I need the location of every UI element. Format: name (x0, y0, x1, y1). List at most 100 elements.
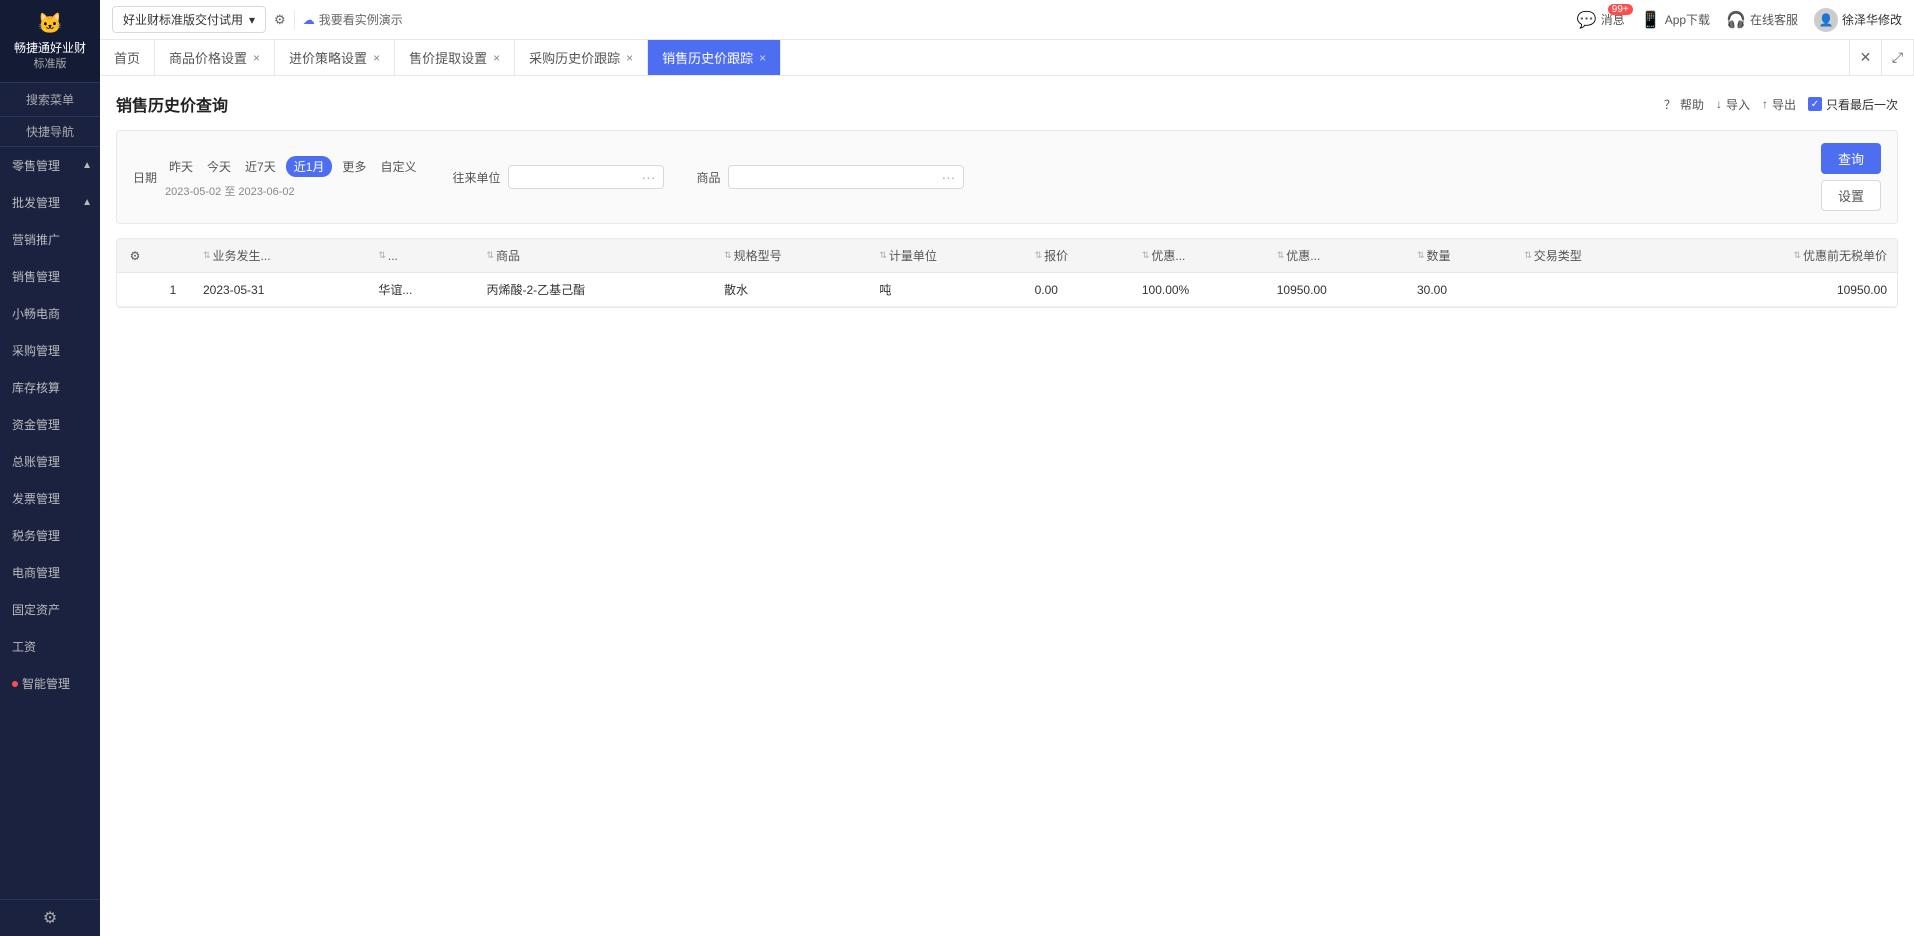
sidebar-item-invoice[interactable]: 发票管理 (0, 480, 100, 517)
sidebar-item-assets[interactable]: 固定资产 (0, 591, 100, 628)
user-info[interactable]: 👤 徐泽华修改 (1814, 8, 1902, 32)
th-discount1[interactable]: ⇅ 优惠... (1132, 239, 1267, 273)
product-dots-btn[interactable]: ··· (941, 169, 955, 185)
settings-button[interactable]: 设置 (1821, 180, 1881, 211)
sidebar-item-ledger[interactable]: 总账管理 (0, 443, 100, 480)
sort-icon-5: ⇅ (1035, 250, 1043, 261)
tab-price-close[interactable]: × (253, 51, 260, 65)
sidebar-item-purchase[interactable]: 采购管理 (0, 332, 100, 369)
th-extra[interactable]: ⇅ ... (368, 239, 476, 273)
date-opt-1month[interactable]: 近1月 (286, 156, 333, 177)
date-opt-yesterday[interactable]: 昨天 (165, 156, 197, 177)
query-button[interactable]: 查询 (1821, 143, 1881, 174)
sidebar-item-smart[interactable]: 智能管理 (0, 665, 100, 702)
app-download-item[interactable]: 📱 App下载 (1641, 10, 1710, 30)
tab-price-extract-close[interactable]: × (493, 51, 500, 65)
sidebar-item-arrow: ▲ (82, 197, 92, 208)
tab-price-strategy-close[interactable]: × (373, 51, 380, 65)
sidebar-item-payroll[interactable]: 工资 (0, 628, 100, 665)
sidebar-item-retail[interactable]: 零售管理 ▲ (0, 147, 100, 184)
row-product: 丙烯酸-2-乙基己酯 (476, 273, 714, 307)
th-pretax-price-label: 优惠前无税单价 (1803, 247, 1887, 264)
th-pretax-price[interactable]: ⇅ 优惠前无税单价 (1670, 239, 1897, 273)
username-label: 徐泽华修改 (1842, 11, 1902, 28)
source-input-group[interactable]: ··· (508, 165, 664, 189)
headset-icon: 🎧 (1726, 10, 1746, 30)
th-date[interactable]: ⇅ 业务发生... (193, 239, 368, 273)
message-icon-item[interactable]: 💬 消息 99+ (1577, 10, 1625, 30)
sidebar-item-ecommerce[interactable]: 电商管理 (0, 554, 100, 591)
table-body: 1 2023-05-31 华谊... 丙烯酸-2-乙基己酯 散水 吨 0.00 … (117, 273, 1897, 307)
import-label: 导入 (1726, 96, 1750, 113)
sidebar-item-label: 智能管理 (22, 675, 70, 692)
sidebar-settings-icon[interactable]: ⚙ (43, 910, 57, 927)
demo-link-label: 我要看实例演示 (319, 11, 403, 28)
search-menu[interactable]: 搜索菜单 (0, 83, 100, 117)
tab-home[interactable]: 首页 (100, 40, 155, 76)
source-input[interactable] (517, 170, 637, 184)
demo-link[interactable]: ☁ 我要看实例演示 (303, 11, 403, 28)
th-unit[interactable]: ⇅ 计量单位 (869, 239, 1024, 273)
row-unit: 吨 (869, 273, 1024, 307)
tab-purchase-history-close[interactable]: × (626, 51, 633, 65)
th-spec[interactable]: ⇅ 规格型号 (714, 239, 869, 273)
checkbox-icon: ✓ (1808, 97, 1822, 111)
export-btn[interactable]: ↑ 导出 (1762, 96, 1796, 113)
main-area: 好业财标准版交付试用 ▾ ⚙ ☁ 我要看实例演示 💬 消息 99+ 📱 App下… (100, 0, 1914, 936)
tab-sales-history-close[interactable]: × (759, 51, 766, 65)
tab-price[interactable]: 商品价格设置 × (155, 40, 275, 76)
product-input-group[interactable]: ··· (728, 165, 964, 189)
th-discount2[interactable]: ⇅ 优惠... (1267, 239, 1407, 273)
th-price[interactable]: ⇅ 报价 (1025, 239, 1132, 273)
product-filter: 商品 ··· (696, 165, 964, 189)
tab-sales-history[interactable]: 销售历史价跟踪 × (648, 40, 781, 76)
import-btn[interactable]: ↓ 导入 (1716, 96, 1750, 113)
page-content: 销售历史价查询 ？ 帮助 ↓ 导入 ↑ 导出 ✓ 只看最后一次 (100, 76, 1914, 936)
tab-close-all-btn[interactable]: ✕ (1850, 40, 1882, 76)
date-opt-custom[interactable]: 自定义 (376, 156, 420, 177)
online-service-item[interactable]: 🎧 在线客服 (1726, 10, 1798, 30)
th-quantity-label: 数量 (1427, 247, 1451, 264)
sidebar-item-sales[interactable]: 销售管理 (0, 258, 100, 295)
logo-name: 畅捷通好业财 (14, 40, 86, 57)
tab-purchase-history[interactable]: 采购历史价跟踪 × (515, 40, 648, 76)
tab-price-extract[interactable]: 售价提取设置 × (395, 40, 515, 76)
sidebar-item-label: 工资 (12, 638, 36, 655)
product-label: 商品 (696, 169, 720, 186)
help-btn[interactable]: ？ 帮助 (1664, 96, 1704, 113)
th-trade-type[interactable]: ⇅ 交易类型 (1514, 239, 1669, 273)
tab-price-label: 商品价格设置 (169, 48, 247, 67)
tab-expand-btn[interactable]: ⤢ (1882, 40, 1914, 76)
date-opt-more[interactable]: 更多 (338, 156, 370, 177)
sidebar-item-marketing[interactable]: 营销推广 (0, 221, 100, 258)
sidebar-item-wholesale[interactable]: 批发管理 ▲ (0, 184, 100, 221)
logo-sub: 标准版 (14, 57, 86, 72)
sidebar: 🐱 畅捷通好业财 标准版 搜索菜单 快捷导航 零售管理 ▲ 批发管理 ▲ 营销推… (0, 0, 100, 936)
date-opt-7days[interactable]: 近7天 (241, 156, 280, 177)
source-dots-btn[interactable]: ··· (641, 169, 655, 185)
date-opt-today[interactable]: 今天 (203, 156, 235, 177)
product-input[interactable] (737, 170, 937, 184)
table-row[interactable]: 1 2023-05-31 华谊... 丙烯酸-2-乙基己酯 散水 吨 0.00 … (117, 273, 1897, 307)
row-date: 2023-05-31 (193, 273, 368, 307)
header-settings-icon[interactable]: ⚙ (274, 12, 286, 28)
tab-price-extract-label: 售价提取设置 (409, 48, 487, 67)
th-quantity[interactable]: ⇅ 数量 (1407, 239, 1514, 273)
sort-icon-3: ⇅ (724, 250, 732, 261)
sidebar-item-tax[interactable]: 税务管理 (0, 517, 100, 554)
row-num: 1 (153, 273, 193, 307)
sidebar-item-ecommerce-small[interactable]: 小畅电商 (0, 295, 100, 332)
th-settings[interactable]: ⚙ (117, 239, 153, 273)
sidebar-item-label: 库存核算 (12, 379, 60, 396)
tab-price-strategy[interactable]: 进价策略设置 × (275, 40, 395, 76)
logo-icon: 🐱 (14, 10, 86, 38)
sidebar-item-inventory[interactable]: 库存核算 (0, 369, 100, 406)
th-product[interactable]: ⇅ 商品 (476, 239, 714, 273)
smart-dot (12, 681, 18, 687)
date-options: 昨天 今天 近7天 近1月 更多 自定义 (165, 156, 420, 177)
quick-nav[interactable]: 快捷导航 (0, 117, 100, 147)
app-selector[interactable]: 好业财标准版交付试用 ▾ (112, 6, 266, 33)
sidebar-item-label: 小畅电商 (12, 305, 60, 322)
only-last-check[interactable]: ✓ 只看最后一次 (1808, 96, 1898, 113)
sidebar-item-finance[interactable]: 资金管理 (0, 406, 100, 443)
